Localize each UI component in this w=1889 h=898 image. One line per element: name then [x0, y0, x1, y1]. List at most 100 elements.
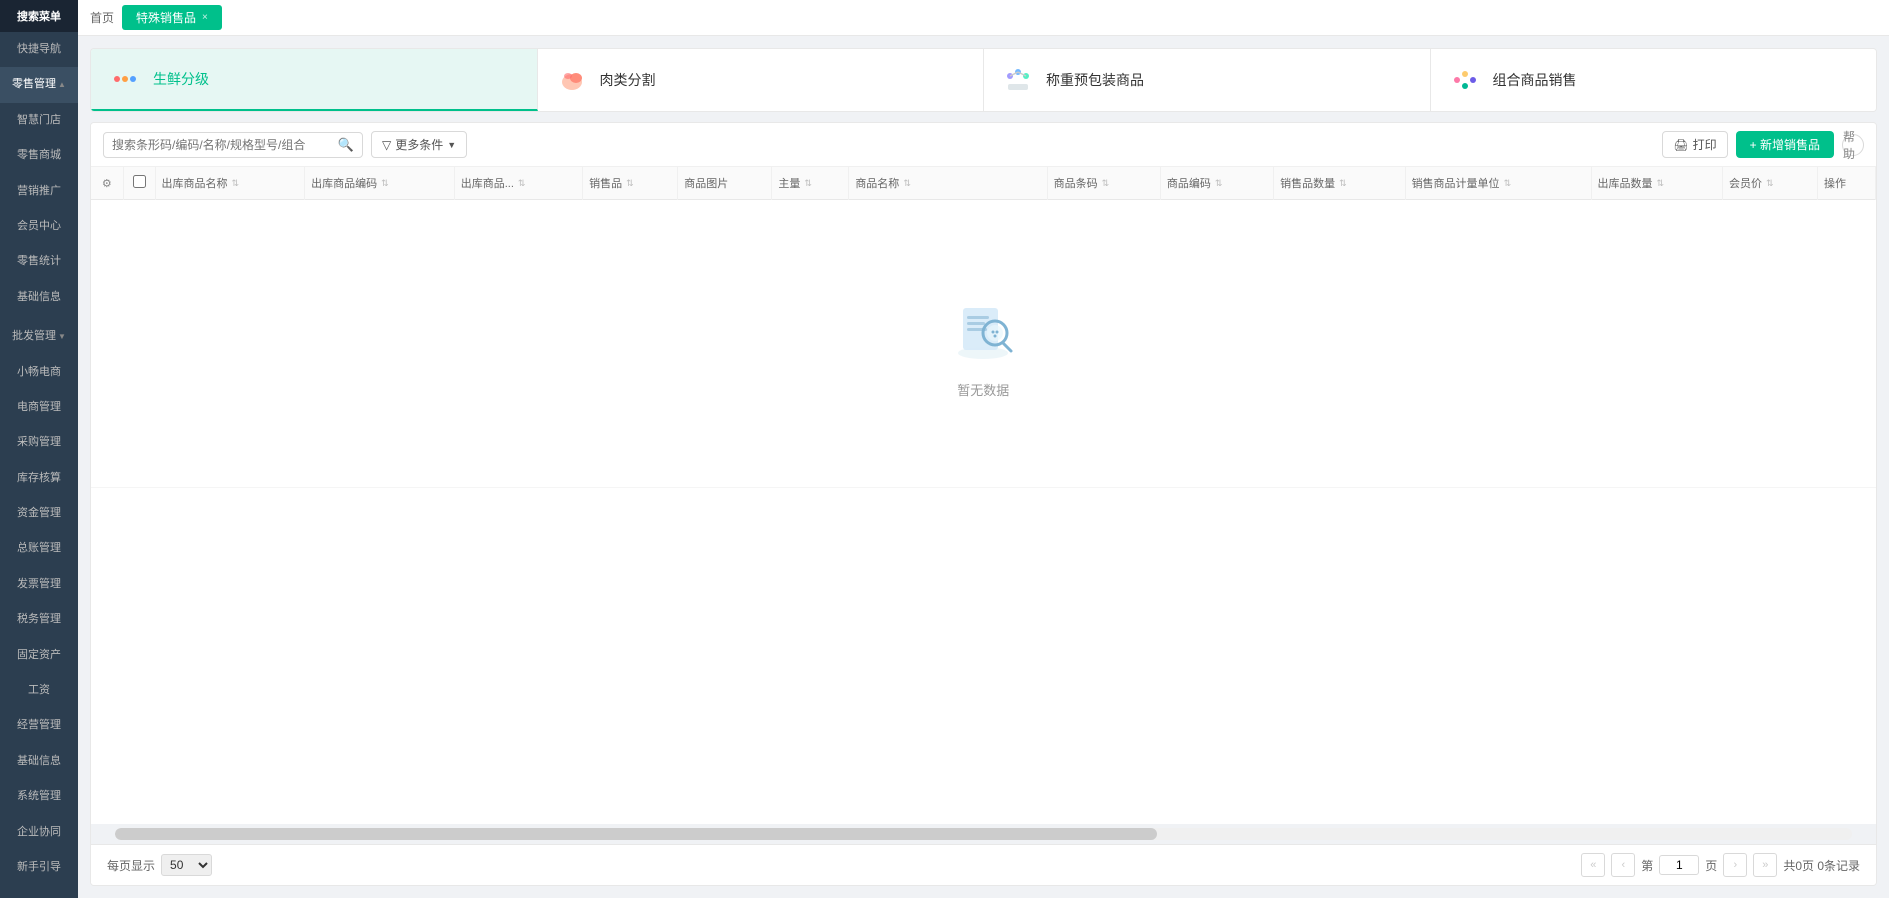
sidebar-item-fixed-assets[interactable]: 固定资产	[0, 638, 78, 673]
toolbar: 🔍 ▽ 更多条件 ▼ 🖨 打印 + 新增销售品	[91, 123, 1876, 167]
tab-card-meat-cut[interactable]: 肉类分割	[538, 49, 985, 111]
col-out-qty: 出库品数量 ⇅	[1591, 167, 1722, 200]
help-icon: 帮助	[1843, 128, 1863, 162]
per-page-select[interactable]: 50 10 20 100	[161, 854, 212, 876]
sidebar-item-retail-mgmt[interactable]: 零售管理 ▲	[0, 67, 78, 102]
chevron-down-icon-filter: ▼	[447, 140, 456, 150]
col-main-unit: 主量 ⇅	[772, 167, 849, 200]
help-button[interactable]: 帮助	[1842, 134, 1864, 156]
sort-icon-3[interactable]: ⇅	[518, 178, 526, 189]
col-sale-unit: 销售商品计量单位 ⇅	[1405, 167, 1591, 200]
sidebar-item-inventory-check[interactable]: 库存核算	[0, 461, 78, 496]
tab-card-group: 生鲜分级 肉类分割	[90, 48, 1877, 112]
new-label: + 新增销售品	[1750, 136, 1820, 153]
sidebar-item-smart-store[interactable]: 智慧门店	[0, 103, 78, 138]
close-tab-icon[interactable]: ×	[202, 12, 208, 23]
sort-icon-8[interactable]: ⇅	[1215, 178, 1223, 189]
print-icon: 🖨	[1673, 138, 1688, 152]
sidebar-item-biz-mgmt[interactable]: 经营管理	[0, 708, 78, 743]
empty-text: 暂无数据	[957, 380, 1009, 399]
search-input[interactable]	[112, 138, 338, 152]
table-wrapper: ⚙ 出库商品名称 ⇅	[91, 167, 1876, 824]
chevron-down-icon-2: ▼	[58, 331, 66, 342]
sort-icon-10[interactable]: ⇅	[1504, 178, 1512, 189]
tab-card-combo-sale-label: 组合商品销售	[1493, 70, 1577, 90]
sidebar-item-sys-mgmt[interactable]: 系统管理	[0, 779, 78, 814]
combo-sale-icon	[1447, 62, 1483, 98]
main-content: 首页 特殊销售品 × 生鲜分级	[78, 0, 1889, 898]
sidebar-logo[interactable]: 搜索菜单	[0, 0, 78, 32]
sidebar-item-purchase-mgmt[interactable]: 采购管理	[0, 425, 78, 460]
col-checkbox	[123, 167, 155, 200]
empty-illustration	[943, 288, 1023, 368]
per-page-label: 每页显示	[107, 857, 155, 874]
tab-card-combo-sale[interactable]: 组合商品销售	[1431, 49, 1877, 111]
sort-icon-2[interactable]: ⇅	[381, 178, 389, 189]
sort-icon[interactable]: ⇅	[232, 178, 240, 189]
col-barcode: 商品条码 ⇅	[1047, 167, 1160, 200]
next-page-button[interactable]: ›	[1723, 853, 1747, 877]
sort-icon-11[interactable]: ⇅	[1657, 178, 1665, 189]
sidebar-item-wholesale-mgmt[interactable]: 批发管理 ▼	[0, 319, 78, 354]
sort-icon-4[interactable]: ⇅	[626, 178, 634, 189]
col-goods-img: 商品图片	[678, 167, 772, 200]
sidebar-item-marketing[interactable]: 营销推广	[0, 174, 78, 209]
search-box: 🔍	[103, 132, 363, 158]
sidebar-item-retail-stats[interactable]: 零售统计	[0, 244, 78, 279]
col-sale-qty: 销售品数量 ⇅	[1274, 167, 1405, 200]
select-all-checkbox[interactable]	[133, 175, 146, 188]
fresh-grade-icon	[107, 61, 143, 97]
sort-icon-5[interactable]: ⇅	[804, 178, 812, 189]
total-label: 共0页 0条记录	[1783, 857, 1860, 874]
sort-icon-12[interactable]: ⇅	[1766, 178, 1774, 189]
scrollbar-thumb[interactable]	[115, 828, 1157, 840]
toolbar-left: 🔍 ▽ 更多条件 ▼	[103, 131, 467, 158]
tab-card-weigh-prepack[interactable]: 称重预包装商品	[984, 49, 1431, 111]
print-button[interactable]: 🖨 打印	[1662, 131, 1727, 158]
pagination-right: « ‹ 第 页 › » 共0页 0条记录	[1581, 853, 1860, 877]
sidebar-item-member-center[interactable]: 会员中心	[0, 209, 78, 244]
active-tab-label: 特殊销售品	[136, 9, 196, 26]
sidebar-item-finance-mgmt[interactable]: 资金管理	[0, 496, 78, 531]
empty-state: 暂无数据	[97, 208, 1870, 479]
prev-page-button[interactable]: ‹	[1611, 853, 1635, 877]
sidebar-item-general-ledger[interactable]: 总账管理	[0, 531, 78, 566]
tab-card-fresh-grade[interactable]: 生鲜分级	[91, 49, 538, 111]
filter-icon: ▽	[382, 138, 391, 152]
sidebar-item-settings[interactable]: ⚙	[0, 885, 78, 898]
col-goods-name: 商品名称 ⇅	[849, 167, 1047, 200]
weigh-prepack-icon	[1000, 62, 1036, 98]
filter-button[interactable]: ▽ 更多条件 ▼	[371, 131, 467, 158]
sidebar-item-corp-agreement[interactable]: 企业协同	[0, 815, 78, 850]
sort-icon-6[interactable]: ⇅	[903, 178, 911, 189]
sidebar-item-ecom-mgmt[interactable]: 电商管理	[0, 390, 78, 425]
gear-icon[interactable]: ⚙	[102, 178, 112, 190]
sidebar-item-mini-ecom[interactable]: 小畅电商	[0, 355, 78, 390]
sidebar: 搜索菜单 快捷导航 零售管理 ▲ 智慧门店 零售商城 营销推广 会员中心 零售统…	[0, 0, 78, 898]
last-page-button[interactable]: »	[1753, 853, 1777, 877]
tab-card-meat-cut-label: 肉类分割	[600, 70, 656, 90]
search-icon[interactable]: 🔍	[338, 137, 354, 153]
col-goods-code: 商品编码 ⇅	[1160, 167, 1273, 200]
home-link[interactable]: 首页	[90, 9, 114, 26]
sidebar-item-basic-info2[interactable]: 基础信息	[0, 744, 78, 779]
tab-card-fresh-grade-label: 生鲜分级	[153, 69, 209, 89]
horizontal-scrollbar[interactable]	[115, 828, 1852, 840]
sidebar-item-invoice-mgmt[interactable]: 发票管理	[0, 567, 78, 602]
page-input[interactable]	[1659, 855, 1699, 875]
new-sale-button[interactable]: + 新增销售品	[1736, 131, 1834, 158]
sort-icon-9[interactable]: ⇅	[1339, 178, 1347, 189]
sort-icon-7[interactable]: ⇅	[1102, 178, 1110, 189]
sidebar-item-tax-mgmt[interactable]: 税务管理	[0, 602, 78, 637]
first-page-button[interactable]: «	[1581, 853, 1605, 877]
empty-state-cell: 暂无数据	[91, 200, 1876, 488]
pagination-bar: 每页显示 50 10 20 100 « ‹ 第 页 › » 共	[91, 844, 1876, 885]
sidebar-item-retail-mall[interactable]: 零售商城	[0, 138, 78, 173]
sidebar-item-quick-nav[interactable]: 快捷导航	[0, 32, 78, 67]
table-body: 暂无数据	[91, 200, 1876, 488]
active-tab[interactable]: 特殊销售品 ×	[122, 5, 222, 30]
sidebar-item-payroll[interactable]: 工资	[0, 673, 78, 708]
sidebar-item-new-guide[interactable]: 新手引导	[0, 850, 78, 885]
col-sale-goods: 销售品 ⇅	[583, 167, 678, 200]
sidebar-item-basic-info[interactable]: 基础信息	[0, 280, 78, 315]
